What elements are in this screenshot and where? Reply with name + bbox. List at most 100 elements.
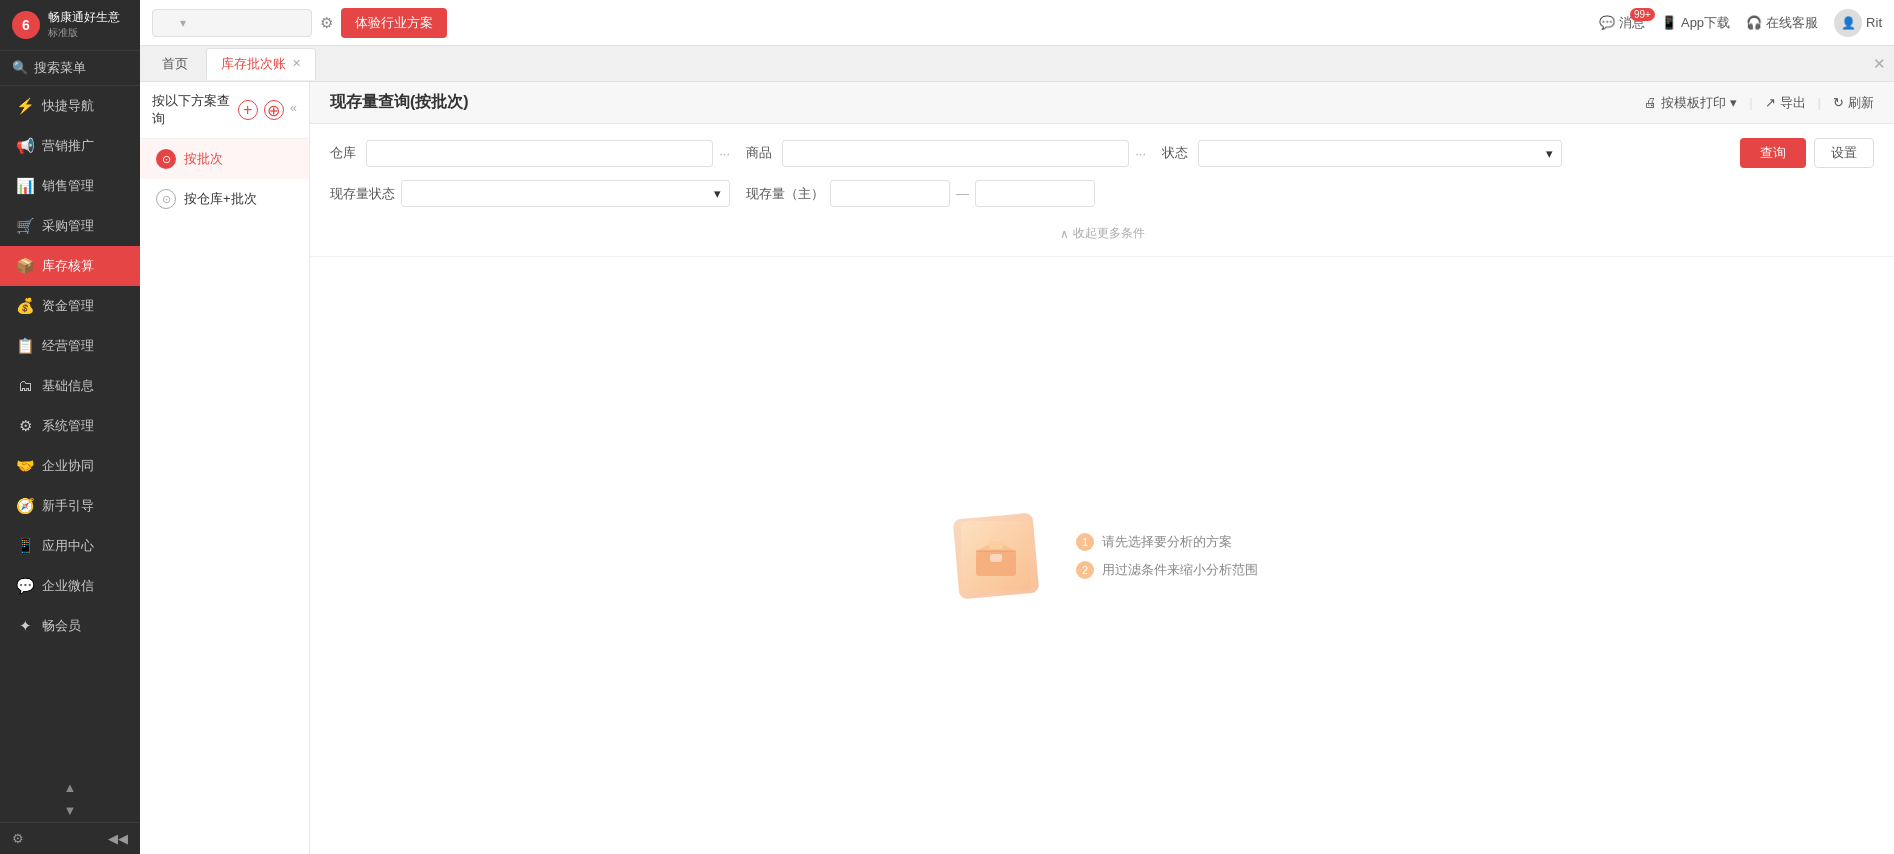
nav-icon-operations: 📋 — [16, 337, 34, 355]
right-panel: 现存量查询(按批次) 🖨 按模板打印 ▾ | ↗ 导出 | ↻ — [310, 82, 1894, 854]
plan-label-batch: 按批次 — [184, 150, 223, 168]
sidebar-item-inventory[interactable]: 📦 库存核算 — [0, 246, 140, 286]
page-title: 现存量查询(按批次) — [330, 92, 469, 113]
plan-item-warehouse-batch[interactable]: ⊙ 按仓库+批次 — [140, 179, 309, 219]
page-title-bar: 现存量查询(按批次) 🖨 按模板打印 ▾ | ↗ 导出 | ↻ — [310, 82, 1894, 124]
sidebar-search[interactable]: 🔍 搜索菜单 — [0, 51, 140, 86]
nav-label-inventory: 库存核算 — [42, 257, 94, 275]
tabbar: 首页 库存批次账 ✕ ✕ — [140, 46, 1894, 82]
sidebar-item-apps[interactable]: 📱 应用中心 — [0, 526, 140, 566]
product-more-icon[interactable]: ··· — [1135, 146, 1146, 161]
sidebar-nav: ⚡ 快捷导航 📢 营销推广 📊 销售管理 🛒 采购管理 📦 库存核算 💰 资金管… — [0, 86, 140, 776]
sidebar-item-guide[interactable]: 🧭 新手引导 — [0, 486, 140, 526]
sidebar-scroll-up[interactable]: ▲ — [0, 776, 140, 799]
topbar-input-placeholder — [163, 14, 176, 32]
page-actions: 🖨 按模板打印 ▾ | ↗ 导出 | ↻ 刷新 — [1644, 94, 1874, 112]
nav-label-finance: 资金管理 — [42, 297, 94, 315]
inventory-status-select[interactable]: ▾ — [401, 180, 730, 207]
export-label: 导出 — [1780, 94, 1806, 112]
empty-state: 1 请先选择要分析的方案 2 用过滤条件来缩小分析范围 — [310, 257, 1894, 854]
main-area: ▾ ⚙ 体验行业方案 💬 消息 99+ 📱 App下载 🎧 在线客服 👤 — [140, 0, 1894, 854]
nav-icon-guide: 🧭 — [16, 497, 34, 515]
topbar-gear-icon[interactable]: ⚙ — [320, 14, 333, 32]
topbar-left: ▾ ⚙ 体验行业方案 — [152, 8, 1591, 38]
print-btn[interactable]: 🖨 按模板打印 ▾ — [1644, 94, 1737, 112]
warehouse-more-icon[interactable]: ··· — [719, 146, 730, 161]
nav-icon-system: ⚙ — [16, 417, 34, 435]
sidebar-scroll-down[interactable]: ▼ — [0, 799, 140, 822]
user-menu[interactable]: 👤 Rit — [1834, 9, 1882, 37]
trial-button[interactable]: 体验行业方案 — [341, 8, 447, 38]
sidebar-item-quicknav[interactable]: ⚡ 快捷导航 — [0, 86, 140, 126]
empty-tips: 1 请先选择要分析的方案 2 用过滤条件来缩小分析范围 — [1076, 533, 1258, 579]
tabbar-close-btn[interactable]: ✕ — [1873, 55, 1886, 73]
plan-label-warehouse-batch: 按仓库+批次 — [184, 190, 257, 208]
app-download-btn[interactable]: 📱 App下载 — [1661, 14, 1730, 32]
product-input[interactable] — [782, 140, 1129, 167]
refresh-btn[interactable]: ↻ 刷新 — [1833, 94, 1874, 112]
sidebar-item-enterprise[interactable]: 🤝 企业协同 — [0, 446, 140, 486]
topbar-search-wrap[interactable]: ▾ — [152, 9, 312, 37]
inventory-qty-to[interactable] — [975, 180, 1095, 207]
topbar-chevron-icon: ▾ — [180, 16, 186, 30]
inventory-qty-dash: — — [956, 186, 969, 201]
sidebar-item-basic[interactable]: 🗂 基础信息 — [0, 366, 140, 406]
user-name: Rit — [1866, 15, 1882, 30]
topbar: ▾ ⚙ 体验行业方案 💬 消息 99+ 📱 App下载 🎧 在线客服 👤 — [140, 0, 1894, 46]
tab-batch[interactable]: 库存批次账 ✕ — [206, 48, 316, 80]
search-label: 搜索菜单 — [34, 59, 86, 77]
nav-label-guide: 新手引导 — [42, 497, 94, 515]
plan-item-batch[interactable]: ⊙ 按批次 — [140, 139, 309, 179]
online-service-btn[interactable]: 🎧 在线客服 — [1746, 14, 1818, 32]
export-btn[interactable]: ↗ 导出 — [1765, 94, 1806, 112]
sidebar-item-purchase[interactable]: 🛒 采购管理 — [0, 206, 140, 246]
status-label: 状态 — [1162, 144, 1192, 162]
query-button[interactable]: 查询 — [1740, 138, 1806, 168]
brand-name: 畅康通好生意 — [48, 10, 120, 26]
topbar-right: 💬 消息 99+ 📱 App下载 🎧 在线客服 👤 Rit — [1599, 9, 1882, 37]
nav-label-sales: 销售管理 — [42, 177, 94, 195]
filter-action-btns: 查询 设置 — [1740, 138, 1874, 168]
collapse-label: 收起更多条件 — [1073, 225, 1145, 242]
tip-2-num: 2 — [1076, 561, 1094, 579]
sidebar-item-sales[interactable]: 📊 销售管理 — [0, 166, 140, 206]
status-select[interactable]: ▾ — [1198, 140, 1562, 167]
brand-info: 畅康通好生意 标准版 — [48, 10, 120, 40]
nav-label-system: 系统管理 — [42, 417, 94, 435]
sidebar-item-system[interactable]: ⚙ 系统管理 — [0, 406, 140, 446]
refresh-label: 刷新 — [1848, 94, 1874, 112]
filter-row-1: 仓库 ··· 商品 ··· 状态 ▾ — [330, 138, 1874, 168]
nav-label-apps: 应用中心 — [42, 537, 94, 555]
sidebar-item-operations[interactable]: 📋 经营管理 — [0, 326, 140, 366]
empty-tip-1: 1 请先选择要分析的方案 — [1076, 533, 1258, 551]
avatar: 👤 — [1834, 9, 1862, 37]
collapse-panel-btn[interactable]: « — [290, 100, 297, 120]
sidebar-settings-btn[interactable]: ⚙ — [12, 831, 24, 846]
tab-batch-close[interactable]: ✕ — [292, 57, 301, 70]
sidebar-item-member[interactable]: ✦ 畅会员 — [0, 606, 140, 646]
add-plan-btn[interactable]: + — [238, 100, 258, 120]
warehouse-label: 仓库 — [330, 144, 360, 162]
headset-icon: 🎧 — [1746, 15, 1762, 30]
print-icon: 🖨 — [1644, 95, 1657, 110]
collapse-more-btn[interactable]: ∧ 收起更多条件 — [330, 219, 1874, 242]
sidebar-collapse-btn[interactable]: ◀◀ — [108, 831, 128, 846]
message-btn[interactable]: 💬 消息 99+ — [1599, 14, 1645, 32]
sidebar: 6 畅康通好生意 标准版 🔍 搜索菜单 ⚡ 快捷导航 📢 营销推广 📊 销售管理… — [0, 0, 140, 854]
sidebar-item-wechat[interactable]: 💬 企业微信 — [0, 566, 140, 606]
settings-button[interactable]: 设置 — [1814, 138, 1874, 168]
settings-plan-btn[interactable]: ⊕ — [264, 100, 284, 120]
tab-home[interactable]: 首页 — [148, 49, 202, 79]
svg-rect-4 — [990, 554, 1002, 562]
tip-1-num: 1 — [1076, 533, 1094, 551]
inventory-qty-from[interactable] — [830, 180, 950, 207]
search-icon: 🔍 — [12, 60, 28, 75]
print-label: 按模板打印 — [1661, 94, 1726, 112]
filter-area: 仓库 ··· 商品 ··· 状态 ▾ — [310, 124, 1894, 257]
sidebar-item-marketing[interactable]: 📢 营销推广 — [0, 126, 140, 166]
sidebar-item-finance[interactable]: 💰 资金管理 — [0, 286, 140, 326]
warehouse-input[interactable] — [366, 140, 713, 167]
divider-2: | — [1818, 95, 1821, 110]
nav-label-wechat: 企业微信 — [42, 577, 94, 595]
tab-home-label: 首页 — [162, 55, 188, 73]
